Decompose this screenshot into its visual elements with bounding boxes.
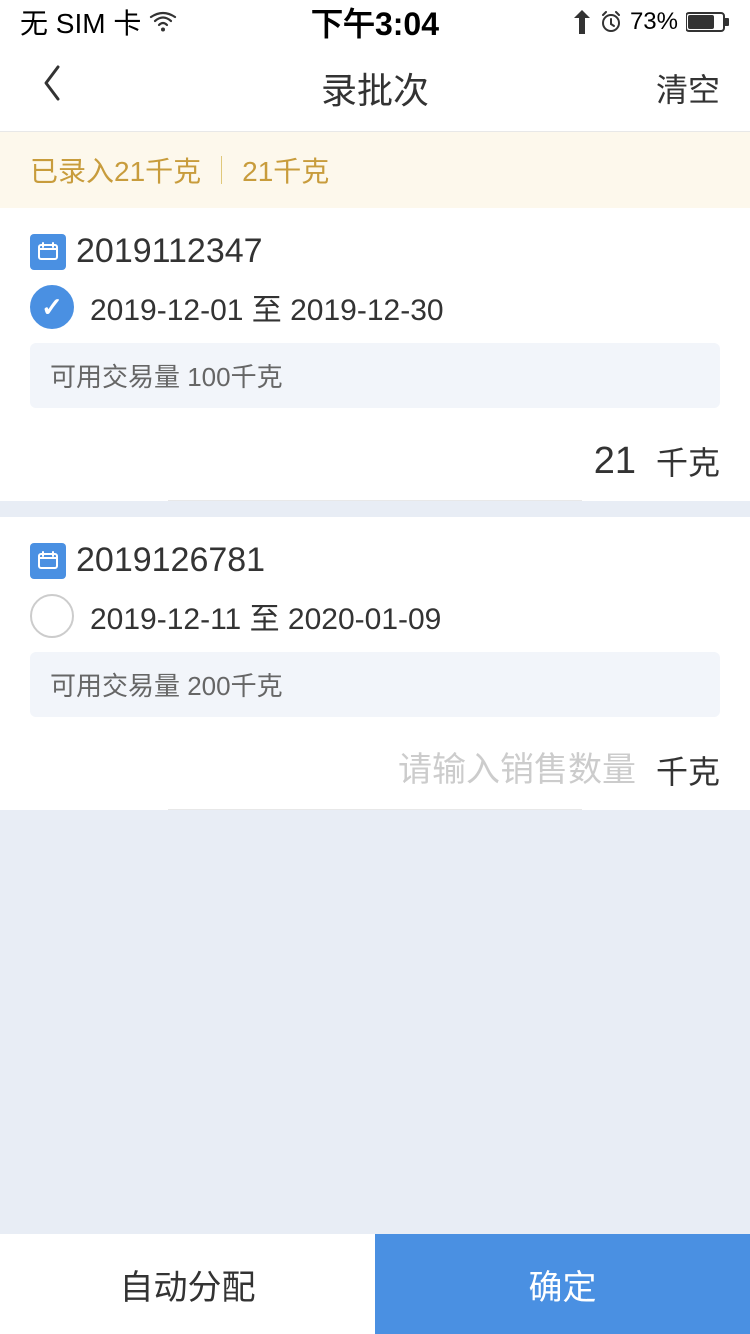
amount-unit-1: 千克 bbox=[656, 438, 720, 484]
banner-divider bbox=[221, 156, 222, 184]
back-button[interactable] bbox=[30, 53, 74, 122]
batch-header-2: 2019126781 bbox=[30, 541, 720, 580]
nav-bar: 录批次 清空 bbox=[0, 44, 750, 132]
batch-id-2: 2019126781 bbox=[76, 541, 265, 580]
total-label: 21千克 bbox=[242, 150, 329, 190]
batch-header-1: 2019112347 bbox=[30, 232, 720, 271]
auto-distribute-button[interactable]: 自动分配 bbox=[0, 1234, 375, 1334]
radio-1[interactable] bbox=[30, 285, 74, 329]
bottom-buttons: 自动分配 确定 bbox=[0, 1234, 750, 1334]
wifi-icon bbox=[149, 11, 177, 33]
batch-icon-2 bbox=[30, 543, 66, 579]
batch-availability-2: 可用交易量 200千克 bbox=[30, 652, 720, 717]
page-title: 录批次 bbox=[321, 62, 429, 114]
batch-item-1: 2019112347 2019-12-01 至 2019-12-30 可用交易量… bbox=[0, 208, 750, 501]
status-carrier: 无 SIM 卡 bbox=[20, 2, 177, 42]
location-icon bbox=[572, 10, 592, 34]
radio-2[interactable] bbox=[30, 594, 74, 638]
amount-input-2[interactable] bbox=[336, 751, 636, 790]
batch-amount-row-2[interactable]: 千克 bbox=[30, 737, 720, 809]
battery-icon bbox=[686, 11, 730, 33]
clear-button[interactable]: 清空 bbox=[656, 65, 720, 111]
status-indicators: 73% bbox=[572, 8, 730, 36]
batch-date-2: 2019-12-11 至 2020-01-09 bbox=[90, 594, 441, 638]
batch-amount-row-1: 21 千克 bbox=[30, 428, 720, 500]
batch-date-row-1[interactable]: 2019-12-01 至 2019-12-30 bbox=[30, 285, 720, 329]
info-banner: 已录入21千克 21千克 bbox=[0, 132, 750, 208]
batch-id-1: 2019112347 bbox=[76, 232, 263, 271]
amount-unit-2: 千克 bbox=[656, 747, 720, 793]
amount-value-1: 21 bbox=[594, 440, 636, 483]
battery-text: 73% bbox=[630, 8, 678, 36]
batch-date-1: 2019-12-01 至 2019-12-30 bbox=[90, 285, 444, 329]
empty-area bbox=[0, 810, 750, 1250]
batch-item-2: 2019126781 2019-12-11 至 2020-01-09 可用交易量… bbox=[0, 517, 750, 810]
batch-date-row-2[interactable]: 2019-12-11 至 2020-01-09 bbox=[30, 594, 720, 638]
status-time: 下午3:04 bbox=[311, 0, 439, 45]
batch-icon-1 bbox=[30, 234, 66, 270]
batch-availability-1: 可用交易量 100千克 bbox=[30, 343, 720, 408]
status-bar: 无 SIM 卡 下午3:04 73% bbox=[0, 0, 750, 44]
carrier-text: 无 SIM 卡 bbox=[20, 2, 141, 42]
section-divider bbox=[0, 501, 750, 517]
recorded-label: 已录入21千克 bbox=[30, 150, 201, 190]
confirm-button[interactable]: 确定 bbox=[375, 1234, 750, 1334]
alarm-icon bbox=[600, 11, 622, 33]
